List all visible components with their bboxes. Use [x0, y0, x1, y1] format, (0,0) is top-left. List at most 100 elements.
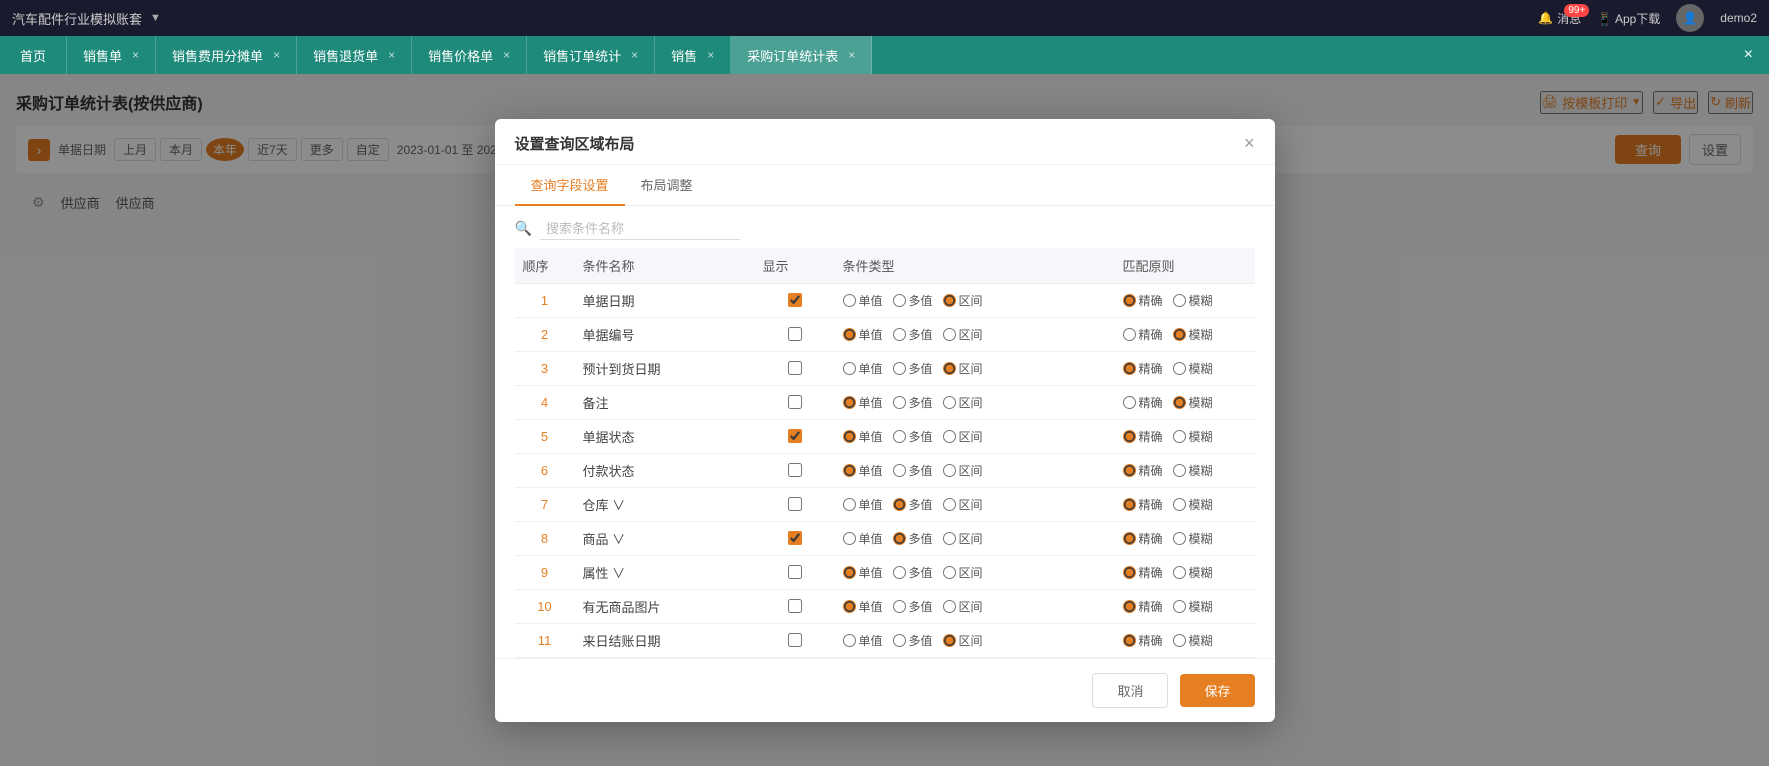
type-radio-option[interactable]: 多值: [893, 292, 933, 309]
display-checkbox[interactable]: [788, 599, 802, 613]
type-radio-option[interactable]: 多值: [893, 598, 933, 615]
match-radio-option[interactable]: 模糊: [1173, 360, 1213, 377]
app-download-button[interactable]: 📱 App下载: [1597, 10, 1660, 27]
match-radio-option[interactable]: 模糊: [1173, 428, 1213, 445]
match-radio-option[interactable]: 模糊: [1173, 632, 1213, 649]
type-radio-option[interactable]: 区间: [943, 598, 983, 615]
type-radio-option[interactable]: 单值: [843, 496, 883, 513]
table-row: 1单据日期单值多值区间精确模糊: [515, 284, 1255, 318]
type-radio-option[interactable]: 多值: [893, 496, 933, 513]
tab-sales-expense[interactable]: 销售费用分摊单 ×: [156, 36, 297, 74]
type-radio-option[interactable]: 多值: [893, 564, 933, 581]
tab-sales-return[interactable]: 销售退货单 ×: [297, 36, 412, 74]
close-icon[interactable]: ×: [273, 48, 280, 62]
type-radio-option[interactable]: 单值: [843, 326, 883, 343]
display-checkbox[interactable]: [788, 395, 802, 409]
match-radio-option[interactable]: 精确: [1123, 530, 1163, 547]
match-radio-option[interactable]: 精确: [1123, 632, 1163, 649]
home-tab-label: 首页: [20, 46, 46, 65]
type-radio-option[interactable]: 单值: [843, 632, 883, 649]
type-radio-option[interactable]: 区间: [943, 326, 983, 343]
match-radio-option[interactable]: 模糊: [1173, 496, 1213, 513]
cancel-button[interactable]: 取消: [1092, 673, 1168, 708]
table-row: 5单据状态单值多值区间精确模糊: [515, 420, 1255, 454]
display-checkbox[interactable]: [788, 463, 802, 477]
match-radio-option[interactable]: 模糊: [1173, 394, 1213, 411]
type-radio-option[interactable]: 区间: [943, 632, 983, 649]
type-radio-option[interactable]: 区间: [943, 292, 983, 309]
match-radio-option[interactable]: 精确: [1123, 564, 1163, 581]
match-radio-option[interactable]: 精确: [1123, 428, 1163, 445]
close-icon[interactable]: ×: [707, 48, 714, 62]
condition-search-input[interactable]: [540, 218, 740, 240]
type-radio-option[interactable]: 单值: [843, 292, 883, 309]
tab-query-fields[interactable]: 查询字段设置: [515, 165, 625, 206]
match-radio-option[interactable]: 模糊: [1173, 326, 1213, 343]
display-checkbox[interactable]: [788, 497, 802, 511]
search-icon: 🔍: [515, 220, 532, 237]
match-radio-option[interactable]: 精确: [1123, 496, 1163, 513]
type-radio-option[interactable]: 区间: [943, 496, 983, 513]
close-icon[interactable]: ×: [631, 48, 638, 62]
type-radio-option[interactable]: 单值: [843, 598, 883, 615]
match-radio-option[interactable]: 模糊: [1173, 530, 1213, 547]
type-radio-option[interactable]: 单值: [843, 462, 883, 479]
tab-sales-stats[interactable]: 销售订单统计 ×: [527, 36, 655, 74]
type-radio-option[interactable]: 单值: [843, 530, 883, 547]
match-radio-option[interactable]: 模糊: [1173, 564, 1213, 581]
type-radio-option[interactable]: 多值: [893, 632, 933, 649]
close-icon[interactable]: ×: [132, 48, 139, 62]
display-checkbox[interactable]: [788, 293, 802, 307]
match-radio-option[interactable]: 精确: [1123, 394, 1163, 411]
display-checkbox[interactable]: [788, 429, 802, 443]
condition-type-group: 单值多值区间: [835, 563, 1115, 582]
match-radio-option[interactable]: 模糊: [1173, 292, 1213, 309]
display-checkbox[interactable]: [788, 633, 802, 647]
tab-purchase-stats[interactable]: 采购订单统计表 ×: [731, 36, 872, 74]
logo-dropdown-icon[interactable]: ▼: [150, 12, 161, 24]
modal-close-button[interactable]: ×: [1244, 133, 1255, 154]
type-radio-option[interactable]: 区间: [943, 530, 983, 547]
match-principle-group: 精确模糊: [1115, 597, 1275, 616]
match-radio-option[interactable]: 模糊: [1173, 462, 1213, 479]
type-radio-option[interactable]: 多值: [893, 530, 933, 547]
type-radio-option[interactable]: 多值: [893, 394, 933, 411]
notification-button[interactable]: 🔔 消息 99+: [1538, 10, 1581, 27]
type-radio-option[interactable]: 多值: [893, 462, 933, 479]
type-radio-option[interactable]: 区间: [943, 564, 983, 581]
close-icon[interactable]: ×: [848, 48, 855, 62]
type-radio-option[interactable]: 多值: [893, 428, 933, 445]
row-order: 7: [523, 497, 567, 512]
condition-name: 付款状态: [575, 461, 755, 480]
type-radio-option[interactable]: 区间: [943, 394, 983, 411]
type-radio-option[interactable]: 多值: [893, 360, 933, 377]
display-checkbox[interactable]: [788, 327, 802, 341]
close-icon[interactable]: ×: [503, 48, 510, 62]
type-radio-option[interactable]: 多值: [893, 326, 933, 343]
type-radio-option[interactable]: 单值: [843, 394, 883, 411]
tab-sales-price[interactable]: 销售价格单 ×: [412, 36, 527, 74]
type-radio-option[interactable]: 区间: [943, 462, 983, 479]
match-radio-option[interactable]: 模糊: [1173, 598, 1213, 615]
match-radio-option[interactable]: 精确: [1123, 462, 1163, 479]
match-radio-option[interactable]: 精确: [1123, 326, 1163, 343]
match-radio-option[interactable]: 精确: [1123, 360, 1163, 377]
match-radio-option[interactable]: 精确: [1123, 292, 1163, 309]
display-checkbox[interactable]: [788, 565, 802, 579]
tab-home[interactable]: 首页: [0, 36, 67, 74]
type-radio-option[interactable]: 区间: [943, 360, 983, 377]
type-radio-option[interactable]: 单值: [843, 564, 883, 581]
save-button[interactable]: 保存: [1180, 674, 1254, 707]
type-radio-option[interactable]: 单值: [843, 428, 883, 445]
match-radio-option[interactable]: 精确: [1123, 598, 1163, 615]
tab-sales-order[interactable]: 销售单 ×: [67, 36, 156, 74]
type-radio-option[interactable]: 单值: [843, 360, 883, 377]
tab-sales[interactable]: 销售 ×: [655, 36, 731, 74]
tab-layout-adjust[interactable]: 布局调整: [625, 165, 709, 206]
display-checkbox[interactable]: [788, 361, 802, 375]
modal-search-area: 🔍: [495, 206, 1275, 248]
tab-bar-close-button[interactable]: ×: [1728, 46, 1769, 64]
type-radio-option[interactable]: 区间: [943, 428, 983, 445]
display-checkbox[interactable]: [788, 531, 802, 545]
close-icon[interactable]: ×: [388, 48, 395, 62]
